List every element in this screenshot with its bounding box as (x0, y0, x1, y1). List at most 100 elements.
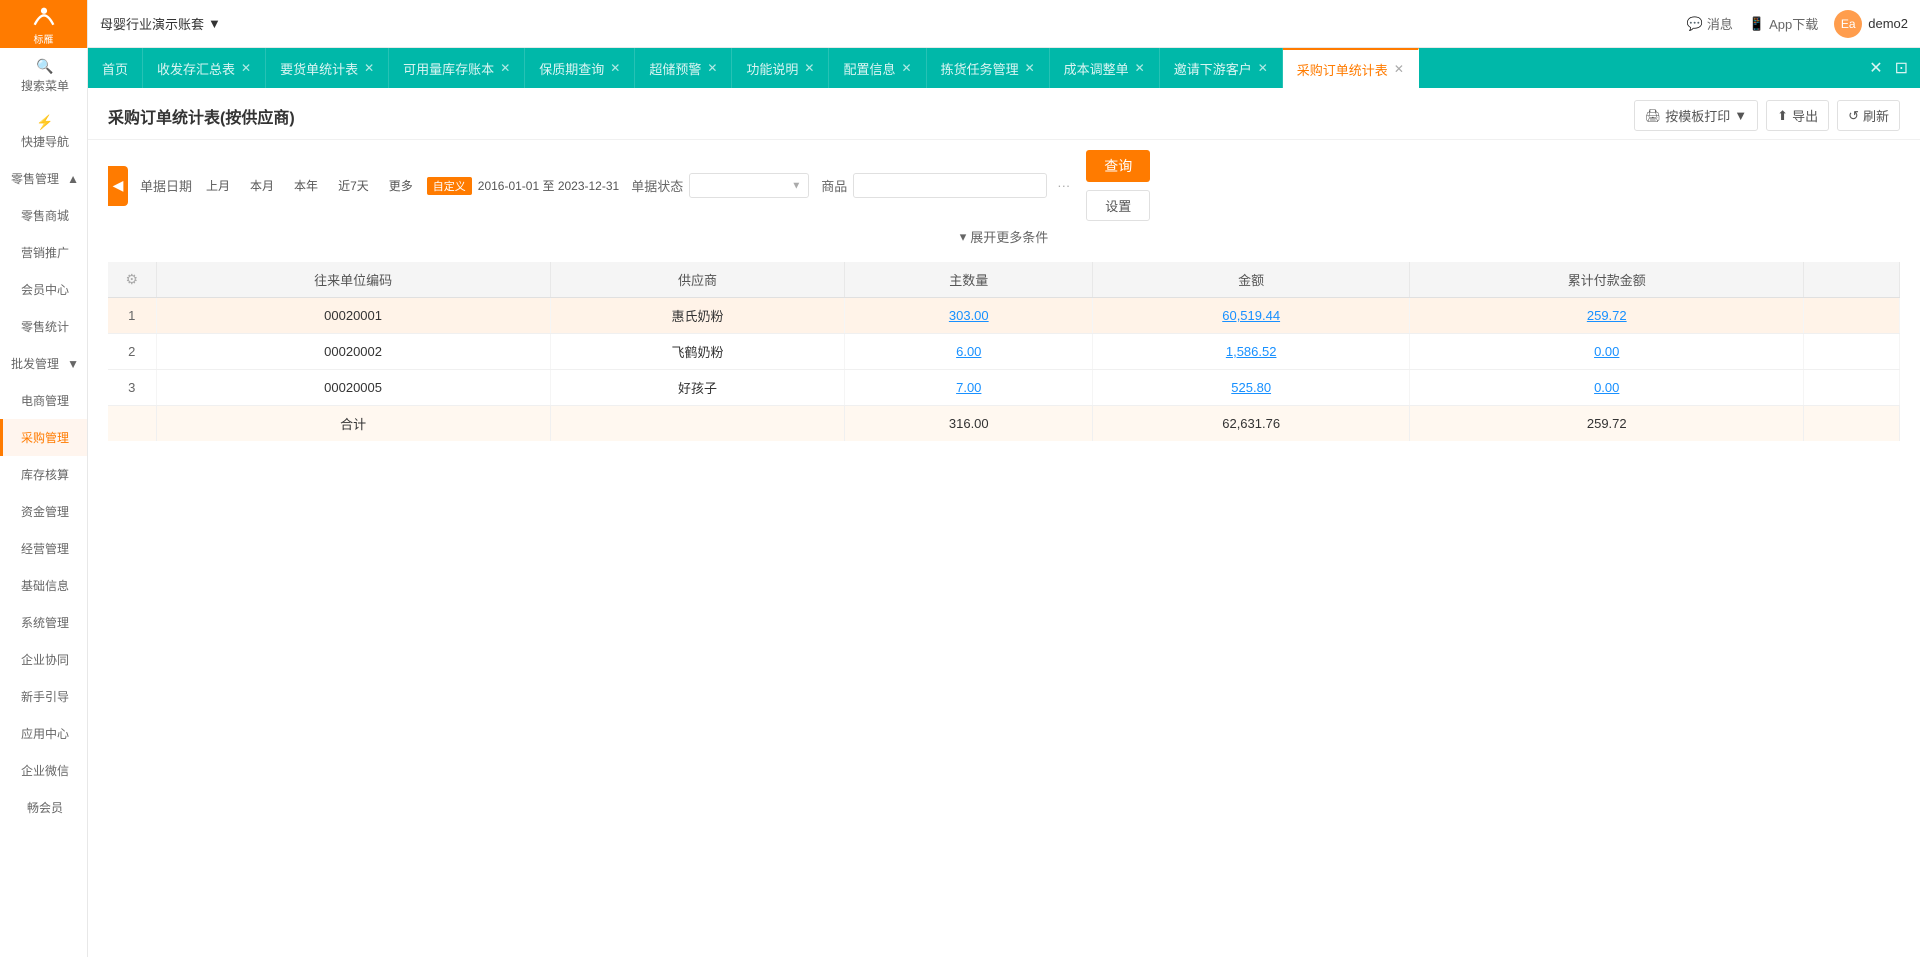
sidebar-item-retail-shop-label: 零售商城 (21, 207, 69, 224)
tab-available-stock[interactable]: 可用量库存账本 ✕ (389, 48, 525, 88)
tab-order-summary[interactable]: 要货单统计表 ✕ (266, 48, 389, 88)
sidebar-item-retail[interactable]: 零售管理 ▲ (0, 160, 87, 197)
tab-close-icon[interactable]: ✕ (241, 61, 251, 75)
sidebar-item-retail-label: 零售管理 (11, 170, 59, 187)
date-custom-badge: 自定义 (427, 177, 472, 195)
tab-close-icon[interactable]: ✕ (610, 61, 620, 75)
tab-expiry-query-label: 保质期查询 (539, 59, 604, 78)
tab-config-info[interactable]: 配置信息 ✕ (829, 48, 926, 88)
tab-home-label: 首页 (102, 59, 128, 78)
sidebar-item-member-label: 会员中心 (21, 281, 69, 298)
user-menu[interactable]: Ea demo2 (1834, 10, 1908, 38)
filter-goods-input[interactable] (853, 173, 1047, 198)
topbar-right: 💬 消息 📱 App下载 Ea demo2 (1687, 10, 1908, 38)
filter-status-select[interactable] (689, 173, 809, 198)
print-dropdown-icon: ▼ (1734, 108, 1747, 123)
sidebar-item-wholesale[interactable]: 批发管理 ▼ (0, 345, 87, 382)
tab-close-icon[interactable]: ✕ (1025, 61, 1035, 75)
tab-close-icon[interactable]: ✕ (500, 61, 510, 75)
col-paid: 累计付款金额 (1410, 262, 1804, 298)
date-shortcut-7days[interactable]: 近7天 (330, 175, 377, 196)
filter-date-label: 单据日期 (140, 176, 192, 195)
export-button[interactable]: ⬆ 导出 (1766, 100, 1829, 131)
topbar: 母婴行业演示账套 ▼ 💬 消息 📱 App下载 Ea demo2 (88, 0, 1920, 48)
sidebar-item-marketing-label: 营销推广 (21, 244, 69, 261)
tab-close-all-button[interactable]: ✕ (1865, 54, 1886, 82)
tab-close-icon[interactable]: ✕ (1258, 61, 1268, 75)
tab-close-icon[interactable]: ✕ (1394, 62, 1404, 76)
col-settings: ⚙ (108, 262, 156, 298)
tab-maximize-button[interactable]: ⊡ (1891, 54, 1912, 82)
cell-paid: 0.00 (1410, 334, 1804, 370)
filter-collapse-button[interactable]: ◀ (108, 166, 128, 206)
refresh-button[interactable]: ↺ 刷新 (1837, 100, 1900, 131)
tab-pick-task-label: 拣货任务管理 (941, 59, 1019, 78)
workspace-name: 母婴行业演示账套 (100, 14, 204, 33)
sidebar-item-vip[interactable]: 畅会员 (0, 789, 87, 826)
sidebar-item-finance[interactable]: 资金管理 (0, 493, 87, 530)
date-shortcut-last-month[interactable]: 上月 (198, 175, 238, 196)
expand-row: ▾ 展开更多条件 (108, 221, 1900, 252)
table-body: 1 00020001 惠氏奶粉 303.00 60,519.44 259.72 … (108, 298, 1900, 406)
tab-cost-adjust[interactable]: 成本调整单 ✕ (1050, 48, 1160, 88)
tab-close-icon[interactable]: ✕ (364, 61, 374, 75)
date-shortcut-this-month[interactable]: 本月 (242, 175, 282, 196)
query-button[interactable]: 查询 (1086, 150, 1150, 182)
sidebar-item-app-center[interactable]: 应用中心 (0, 715, 87, 752)
sidebar-item-quick-nav[interactable]: ⚡ 快捷导航 (0, 104, 87, 160)
tab-receive-summary[interactable]: 收发存汇总表 ✕ (143, 48, 266, 88)
sidebar-item-system[interactable]: 系统管理 (0, 604, 87, 641)
sidebar-item-retail-stat[interactable]: 零售统计 (0, 308, 87, 345)
app-download-button[interactable]: 📱 App下载 (1749, 14, 1818, 33)
tab-pick-task[interactable]: 拣货任务管理 ✕ (927, 48, 1050, 88)
sidebar-item-enterprise-wechat[interactable]: 企业微信 (0, 752, 87, 789)
sidebar-item-enterprise[interactable]: 企业协同 (0, 641, 87, 678)
cell-supplier: 好孩子 (550, 370, 845, 406)
tab-close-icon[interactable]: ✕ (804, 61, 814, 75)
date-shortcut-this-year[interactable]: 本年 (286, 175, 326, 196)
filter-status-label: 单据状态 (631, 176, 683, 195)
tab-expiry-query[interactable]: 保质期查询 ✕ (525, 48, 635, 88)
tab-invite-downstream[interactable]: 邀请下游客户 ✕ (1160, 48, 1283, 88)
tab-close-icon[interactable]: ✕ (902, 61, 912, 75)
tab-close-icon[interactable]: ✕ (707, 61, 717, 75)
sidebar-item-basic[interactable]: 基础信息 (0, 567, 87, 604)
cell-index: 2 (108, 334, 156, 370)
date-shortcut-more[interactable]: 更多 (381, 175, 421, 196)
sidebar-item-ecommerce[interactable]: 电商管理 (0, 382, 87, 419)
filter-status-item: 单据状态 (631, 173, 809, 198)
tab-receive-summary-label: 收发存汇总表 (157, 59, 235, 78)
col-amount: 金额 (1093, 262, 1410, 298)
expand-conditions-button[interactable]: ▾ 展开更多条件 (960, 227, 1049, 246)
app-name: 标雁 (34, 31, 54, 46)
page-title: 采购订单统计表(按供应商) (108, 104, 295, 128)
workspace-selector[interactable]: 母婴行业演示账套 ▼ (100, 14, 221, 33)
app-download-label: App下载 (1769, 14, 1818, 33)
cell-amount: 60,519.44 (1093, 298, 1410, 334)
print-button[interactable]: 🖨 按模板打印 ▼ (1634, 100, 1758, 131)
sidebar-item-inventory[interactable]: 库存核算 (0, 456, 87, 493)
sidebar-item-inventory-label: 库存核算 (21, 466, 69, 483)
tab-cost-adjust-label: 成本调整单 (1064, 59, 1129, 78)
message-button[interactable]: 💬 消息 (1687, 14, 1733, 33)
filter-goods-more-icon[interactable]: ··· (1053, 174, 1074, 197)
sidebar-item-newbie[interactable]: 新手引导 (0, 678, 87, 715)
cell-index: 1 (108, 298, 156, 334)
tab-home[interactable]: 首页 (88, 48, 143, 88)
setting-button[interactable]: 设置 (1086, 190, 1150, 221)
tab-function-desc-label: 功能说明 (746, 59, 798, 78)
tab-function-desc[interactable]: 功能说明 ✕ (732, 48, 829, 88)
sidebar-item-marketing[interactable]: 营销推广 (0, 234, 87, 271)
sidebar-item-search[interactable]: 🔍 搜索菜单 (0, 48, 87, 104)
table-row: 3 00020005 好孩子 7.00 525.80 0.00 (108, 370, 1900, 406)
sidebar-item-operation[interactable]: 经营管理 (0, 530, 87, 567)
filter-date-shortcuts: 上月 本月 本年 近7天 更多 (198, 175, 421, 196)
sidebar-item-purchase[interactable]: 采购管理 (0, 419, 87, 456)
sidebar-item-member[interactable]: 会员中心 (0, 271, 87, 308)
sidebar-item-retail-shop[interactable]: 零售商城 (0, 197, 87, 234)
tab-purchase-summary[interactable]: 采购订单统计表 ✕ (1283, 48, 1419, 88)
tab-over-stock[interactable]: 超储预警 ✕ (635, 48, 732, 88)
settings-icon[interactable]: ⚙ (125, 271, 138, 287)
tab-close-icon[interactable]: ✕ (1135, 61, 1145, 75)
tab-available-stock-label: 可用量库存账本 (403, 59, 494, 78)
